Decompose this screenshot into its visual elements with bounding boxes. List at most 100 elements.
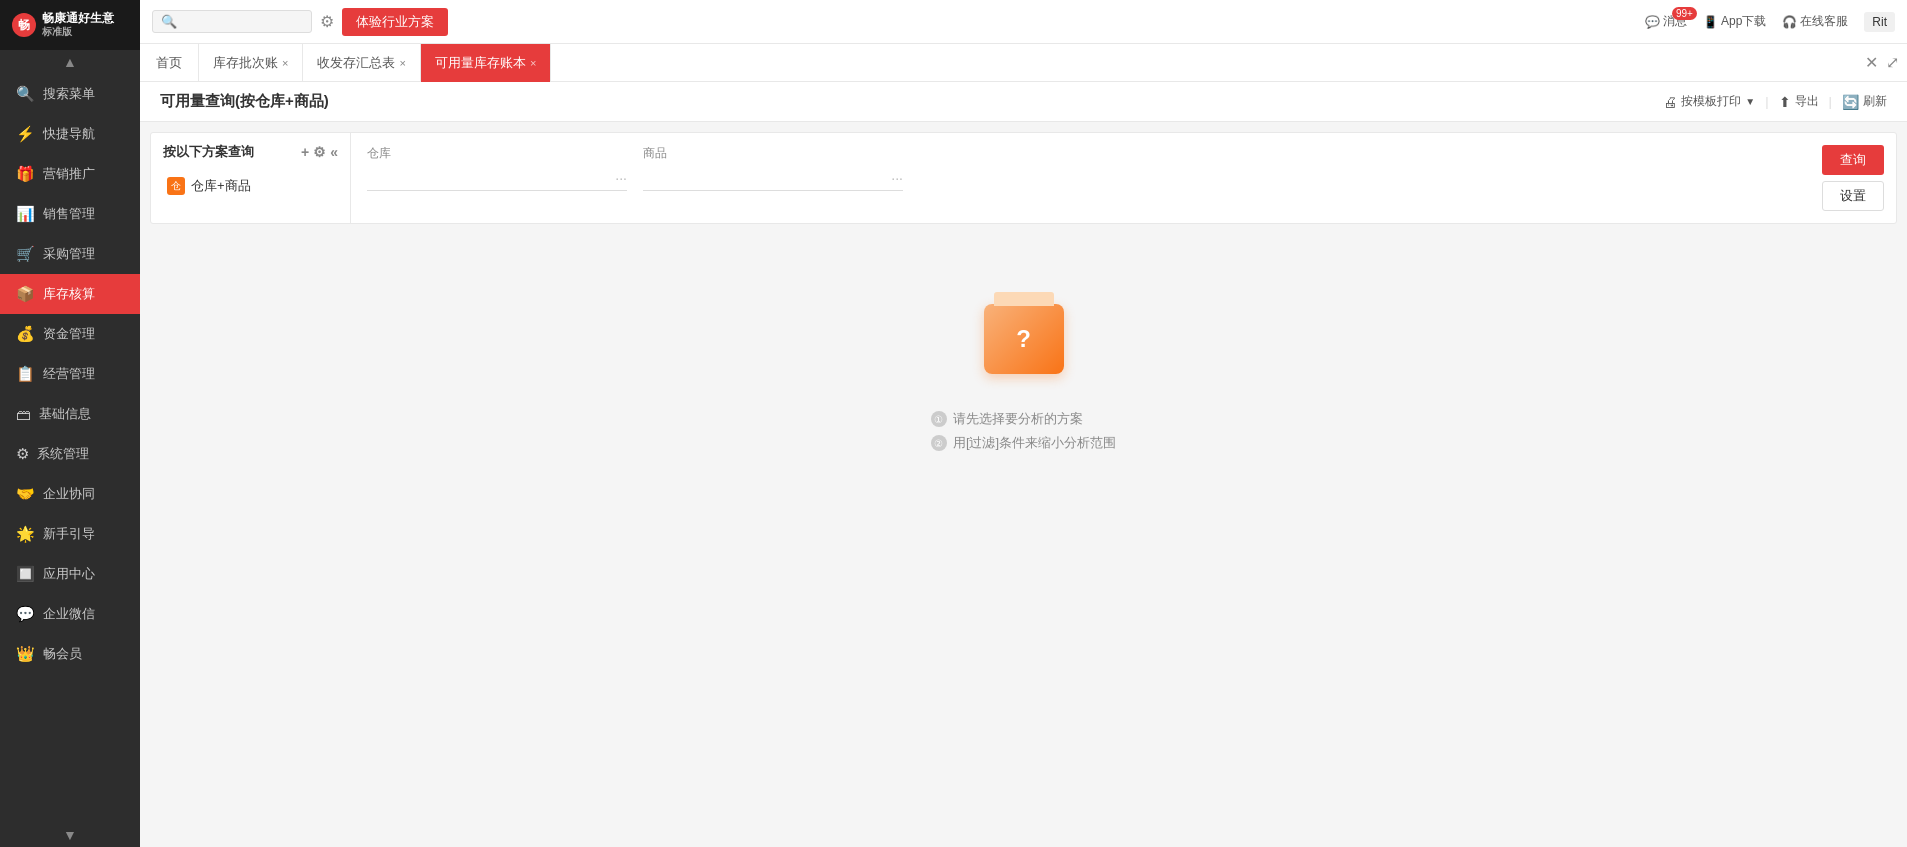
dropdown-icon: ▼ xyxy=(1745,96,1755,107)
app-download-button[interactable]: 📱 App下载 xyxy=(1703,13,1766,30)
collapse-scheme-icon[interactable]: « xyxy=(330,144,338,160)
empty-tip-1: ① 请先选择要分析的方案 xyxy=(931,410,1116,428)
scheme-item-icon: 仓 xyxy=(167,177,185,195)
refresh-button[interactable]: 🔄 刷新 xyxy=(1842,93,1887,110)
tip-2-number: ② xyxy=(931,435,947,451)
sidebar-item-inventory[interactable]: 📦 库存核算 xyxy=(0,274,140,314)
sidebar-item-wechat[interactable]: 💬 企业微信 xyxy=(0,594,140,634)
sidebar-icon-inventory: 📦 xyxy=(16,285,35,303)
product-dots[interactable]: ··· xyxy=(891,170,903,186)
sidebar-item-enterprise[interactable]: 🤝 企业协同 xyxy=(0,474,140,514)
tabs-bar: 首页库存批次账 × 收发存汇总表 × 可用量库存账本 × ✕ ⤢ xyxy=(140,44,1907,82)
tab-home[interactable]: 首页 xyxy=(140,44,199,82)
logo-icon: 畅 xyxy=(12,13,36,37)
customer-service-button[interactable]: 🎧 在线客服 xyxy=(1782,13,1848,30)
tab-available-ledger[interactable]: 可用量库存账本 × xyxy=(421,44,551,82)
product-input-wrapper: ··· xyxy=(643,166,903,191)
page-header: 可用量查询(按仓库+商品) 🖨 按模板打印 ▼ | ⬆ 导出 | 🔄 刷新 xyxy=(140,82,1907,122)
resize-window-button[interactable]: ⤢ xyxy=(1886,53,1899,72)
sidebar-icon-marketing-promo: 🎁 xyxy=(16,165,35,183)
sidebar-label-member: 畅会员 xyxy=(43,645,82,663)
app-name: 畅康通好生意 xyxy=(42,11,114,25)
filter-warehouse: 仓库 ··· xyxy=(367,145,627,191)
sidebar-item-search[interactable]: 🔍 搜索菜单 xyxy=(0,74,140,114)
product-input[interactable] xyxy=(643,171,887,186)
sidebar-icon-appcenter: 🔲 xyxy=(16,565,35,583)
tab-label-receive-summary: 收发存汇总表 xyxy=(317,54,395,72)
sidebar-label-appcenter: 应用中心 xyxy=(43,565,95,583)
divider-1: | xyxy=(1765,94,1768,109)
sidebar-icon-shortcut: ⚡ xyxy=(16,125,35,143)
warehouse-dots[interactable]: ··· xyxy=(615,170,627,186)
scheme-header-label: 按以下方案查询 xyxy=(163,143,254,161)
tab-batch-account[interactable]: 库存批次账 × xyxy=(199,44,303,82)
customer-service-label: 在线客服 xyxy=(1800,13,1848,30)
query-button[interactable]: 查询 xyxy=(1822,145,1884,175)
sidebar-icon-basic: 🗃 xyxy=(16,406,31,423)
app-logo: 畅 畅康通好生意 标准版 xyxy=(0,0,140,50)
sidebar-item-member[interactable]: 👑 畅会员 xyxy=(0,634,140,674)
sidebar-label-operation: 经营管理 xyxy=(43,365,95,383)
sidebar-label-purchase: 采购管理 xyxy=(43,245,95,263)
sidebar-label-wechat: 企业微信 xyxy=(43,605,95,623)
warehouse-input[interactable] xyxy=(367,171,611,186)
sidebar-item-purchase[interactable]: 🛒 采购管理 xyxy=(0,234,140,274)
tab-close-batch-account[interactable]: × xyxy=(282,57,288,69)
tab-label-available-ledger: 可用量库存账本 xyxy=(435,54,526,72)
scheme-icons: + ⚙ « xyxy=(301,144,338,160)
sidebar-label-enterprise: 企业协同 xyxy=(43,485,95,503)
sidebar-item-shortcut[interactable]: ⚡ 快捷导航 xyxy=(0,114,140,154)
refresh-icon: 🔄 xyxy=(1842,94,1859,110)
filter-row-1: 仓库 ··· 商品 ··· xyxy=(367,145,1794,191)
warehouse-label: 仓库 xyxy=(367,145,627,162)
tab-close-available-ledger[interactable]: × xyxy=(530,57,536,69)
tip-1-number: ① xyxy=(931,411,947,427)
query-area: 按以下方案查询 + ⚙ « 仓 仓库+商品 仓库 xyxy=(150,132,1897,224)
topbar-search-box[interactable]: 🔍 xyxy=(152,10,312,33)
export-button[interactable]: ⬆ 导出 xyxy=(1779,93,1819,110)
page-content: 可用量查询(按仓库+商品) 🖨 按模板打印 ▼ | ⬆ 导出 | 🔄 刷新 xyxy=(140,82,1907,847)
column-settings-button[interactable]: 设置 xyxy=(1822,181,1884,211)
empty-illustration xyxy=(974,294,1074,394)
sidebar-nav: 🔍 搜索菜单⚡ 快捷导航🎁 营销推广📊 销售管理🛒 采购管理📦 库存核算💰 资金… xyxy=(0,74,140,823)
search-input[interactable] xyxy=(181,15,303,29)
sidebar-label-sales: 销售管理 xyxy=(43,205,95,223)
sidebar-label-shortcut: 快捷导航 xyxy=(43,125,95,143)
sidebar-item-operation[interactable]: 📋 经营管理 xyxy=(0,354,140,394)
app-version: 标准版 xyxy=(42,25,114,39)
scheme-item-warehouse-product[interactable]: 仓 仓库+商品 xyxy=(151,169,350,203)
trial-button[interactable]: 体验行业方案 xyxy=(342,8,448,36)
close-window-button[interactable]: ✕ xyxy=(1865,53,1878,72)
product-label: 商品 xyxy=(643,145,903,162)
sidebar-icon-wechat: 💬 xyxy=(16,605,35,623)
page-title: 可用量查询(按仓库+商品) xyxy=(160,92,329,111)
sidebar-scroll-up[interactable]: ▲ xyxy=(0,50,140,74)
sidebar-label-finance: 资金管理 xyxy=(43,325,95,343)
message-button[interactable]: 💬 消息 99+ xyxy=(1645,13,1687,30)
sidebar-item-basic[interactable]: 🗃 基础信息 xyxy=(0,394,140,434)
user-button[interactable]: Rit xyxy=(1864,12,1895,32)
page-actions: 🖨 按模板打印 ▼ | ⬆ 导出 | 🔄 刷新 xyxy=(1663,93,1887,110)
tab-close-receive-summary[interactable]: × xyxy=(399,57,405,69)
sidebar-label-basic: 基础信息 xyxy=(39,405,91,423)
sidebar-icon-search: 🔍 xyxy=(16,85,35,103)
sidebar-scroll-down[interactable]: ▼ xyxy=(0,823,140,847)
sidebar-item-sales[interactable]: 📊 销售管理 xyxy=(0,194,140,234)
sidebar-item-finance[interactable]: 💰 资金管理 xyxy=(0,314,140,354)
sidebar-item-marketing-promo[interactable]: 🎁 营销推广 xyxy=(0,154,140,194)
action-buttons: 查询 设置 xyxy=(1810,133,1896,223)
settings-scheme-icon[interactable]: ⚙ xyxy=(313,144,326,160)
export-label: 导出 xyxy=(1795,93,1819,110)
tab-receive-summary[interactable]: 收发存汇总表 × xyxy=(303,44,420,82)
sidebar-item-system[interactable]: ⚙ 系统管理 xyxy=(0,434,140,474)
print-template-button[interactable]: 🖨 按模板打印 ▼ xyxy=(1663,93,1755,110)
sidebar-item-appcenter[interactable]: 🔲 应用中心 xyxy=(0,554,140,594)
gear-icon[interactable]: ⚙ xyxy=(320,12,334,31)
divider-2: | xyxy=(1829,94,1832,109)
tab-label-batch-account: 库存批次账 xyxy=(213,54,278,72)
sidebar-item-newbie[interactable]: 🌟 新手引导 xyxy=(0,514,140,554)
add-scheme-icon[interactable]: + xyxy=(301,144,309,160)
main-area: 🔍 ⚙ 体验行业方案 💬 消息 99+ 📱 App下载 🎧 在线客服 Rit xyxy=(140,0,1907,847)
sidebar-icon-system: ⚙ xyxy=(16,445,29,463)
print-icon: 🖨 xyxy=(1663,94,1677,110)
